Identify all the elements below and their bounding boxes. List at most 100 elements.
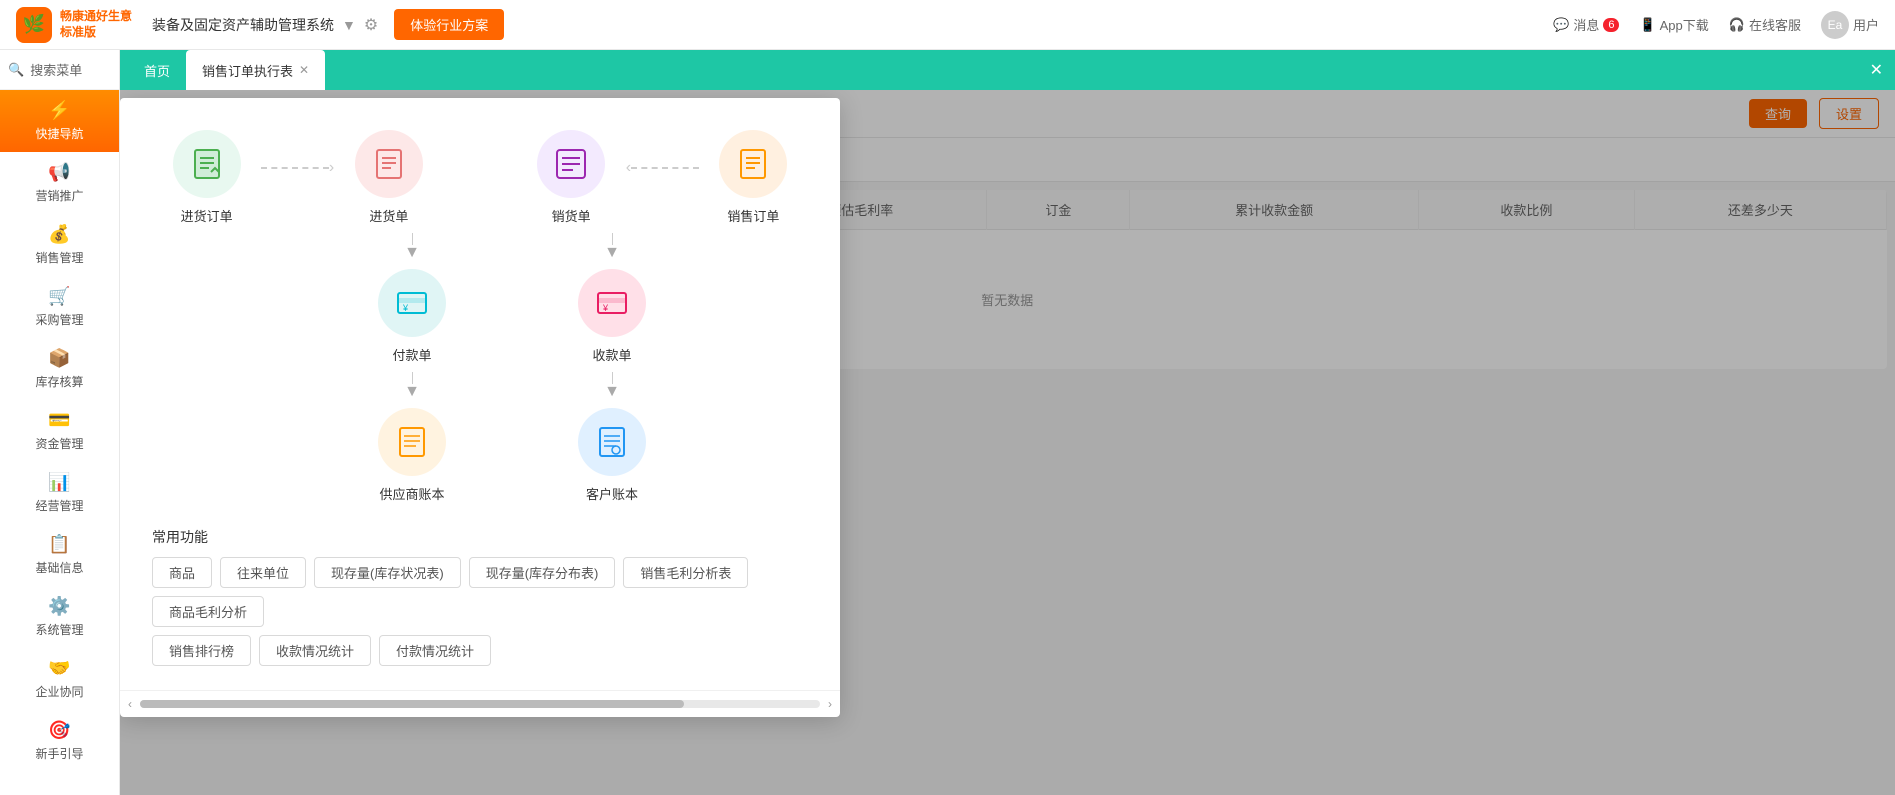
svg-text:¥: ¥ <box>402 303 409 313</box>
down-arrow-payment: ▼ <box>404 384 420 400</box>
message-action[interactable]: 💬 消息 6 <box>1553 15 1619 34</box>
arrow-cell-sales-bill: ▼ <box>552 233 672 261</box>
arrow-cell-payment: ▼ <box>352 372 472 400</box>
sales-order-label: 销售订单 <box>727 206 779 225</box>
receipt-bill-label: 收款单 <box>592 345 631 364</box>
arrow-h-2: ‹ <box>626 159 699 177</box>
message-icon: 💬 <box>1553 17 1569 33</box>
headset-icon: 🎧 <box>1729 17 1745 33</box>
sales-order-circle <box>719 130 787 198</box>
arrow-cell-receipt: ▼ <box>552 372 672 400</box>
operation-icon: 📊 <box>48 472 70 493</box>
sidebar-item-quick-nav[interactable]: ⚡ 快捷导航 <box>0 90 119 152</box>
common-btn-stock-status[interactable]: 现存量(库存状况表) <box>314 557 461 588</box>
app-download-action[interactable]: 📱 App下载 <box>1639 15 1708 34</box>
gear-icon[interactable]: ⚙ <box>364 15 378 35</box>
quick-nav-icon: ⚡ <box>48 100 70 121</box>
tab-sales-order[interactable]: 销售订单执行表 ✕ <box>186 50 325 90</box>
page-area: ❓ 帮助 🖨 按模板打印 ▼ ⬆ 导出 ▼ 🔄 刷新 <box>120 90 1895 795</box>
user-action[interactable]: Ea 用户 <box>1821 11 1879 39</box>
common-functions-section: 常用功能 商品 往来单位 现存量(库存状况表) 现存量(库存分布表) 销售毛利分… <box>152 511 808 674</box>
main-content: 首页 销售订单执行表 ✕ ✕ ❓ 帮助 🖨 按模板打印 ▼ <box>120 50 1895 795</box>
popup-panel: 进货订单 › <box>120 98 840 717</box>
supplier-account-node[interactable]: 供应商账本 <box>352 408 472 503</box>
marketing-icon: 📢 <box>48 162 70 183</box>
common-btn-sales-gross[interactable]: 销售毛利分析表 <box>623 557 748 588</box>
inventory-icon: 📦 <box>48 348 70 369</box>
sales-bill-node[interactable]: 销货单 <box>516 130 625 225</box>
popup-overlay[interactable]: 进货订单 › <box>120 90 1895 795</box>
scroll-track[interactable] <box>140 700 820 708</box>
finance-icon: 💳 <box>48 410 70 431</box>
enterprise-icon: 🤝 <box>48 658 70 679</box>
sidebar-item-marketing[interactable]: 📢 营销推广 <box>0 152 119 214</box>
sidebar-item-purchase[interactable]: 🛒 采购管理 <box>0 276 119 338</box>
dropdown-icon[interactable]: ▼ <box>342 17 356 33</box>
purchase-order-circle <box>173 130 241 198</box>
scroll-left-arrow[interactable]: ‹ <box>128 697 132 711</box>
sales-order-node[interactable]: 销售订单 <box>699 130 808 225</box>
flow-row-3: 供应商账本 <box>152 400 808 511</box>
popup-body: 进货订单 › <box>120 98 840 690</box>
receipt-bill-node[interactable]: ¥ 收款单 <box>552 269 672 364</box>
avatar: Ea <box>1821 11 1849 39</box>
sidebar-item-finance[interactable]: 💳 资金管理 <box>0 400 119 462</box>
main-layout: 🔍 搜索菜单 ⚡ 快捷导航 📢 营销推广 💰 销售管理 🛒 采购管理 📦 库存核… <box>0 50 1895 795</box>
close-all-tabs-button[interactable]: ✕ <box>1866 56 1887 84</box>
purchase-icon: 🛒 <box>48 286 70 307</box>
common-btn-receipt-stats[interactable]: 收款情况统计 <box>259 635 371 666</box>
common-buttons-row1: 商品 往来单位 现存量(库存状况表) 现存量(库存分布表) 销售毛利分析表 商品… <box>152 557 808 627</box>
common-btn-payment-stats[interactable]: 付款情况统计 <box>379 635 491 666</box>
purchase-bill-circle <box>355 130 423 198</box>
common-btn-product-gross[interactable]: 商品毛利分析 <box>152 596 264 627</box>
common-btn-sales-rank[interactable]: 销售排行榜 <box>152 635 251 666</box>
purchase-bill-label: 进货单 <box>369 206 408 225</box>
sales-bill-label: 销货单 <box>552 206 591 225</box>
logo-icon: 🌿 <box>16 7 52 43</box>
common-btn-product[interactable]: 商品 <box>152 557 212 588</box>
supplier-account-circle <box>378 408 446 476</box>
tab-home[interactable]: 首页 <box>128 50 186 90</box>
payment-bill-node[interactable]: ¥ 付款单 <box>352 269 472 364</box>
down-arrow-sales: ▼ <box>604 245 620 261</box>
common-buttons-row2: 销售排行榜 收款情况统计 付款情况统计 <box>152 635 808 666</box>
customer-account-node[interactable]: 客户账本 <box>552 408 672 503</box>
flow-row-1: 进货订单 › <box>152 122 808 233</box>
sales-icon: 💰 <box>48 224 70 245</box>
receipt-bill-circle: ¥ <box>578 269 646 337</box>
system-title-text: 装备及固定资产辅助管理系统 <box>152 15 334 35</box>
sidebar-item-basic[interactable]: 📋 基础信息 <box>0 524 119 586</box>
sidebar-item-inventory[interactable]: 📦 库存核算 <box>0 338 119 400</box>
sidebar-item-system[interactable]: ⚙️ 系统管理 <box>0 586 119 648</box>
logo-text: 畅康通好生意 标准版 <box>60 9 132 40</box>
flow-diagram: 进货订单 › <box>152 122 808 511</box>
customer-account-circle <box>578 408 646 476</box>
common-btn-counterparty[interactable]: 往来单位 <box>220 557 306 588</box>
common-btn-stock-dist[interactable]: 现存量(库存分布表) <box>469 557 616 588</box>
tab-close-icon[interactable]: ✕ <box>299 63 309 77</box>
sidebar-item-operation[interactable]: 📊 经营管理 <box>0 462 119 524</box>
basic-icon: 📋 <box>48 534 70 555</box>
sidebar-item-sales[interactable]: 💰 销售管理 <box>0 214 119 276</box>
guide-icon: 🎯 <box>48 720 70 741</box>
purchase-order-node[interactable]: 进货订单 <box>152 130 261 225</box>
sidebar-search[interactable]: 🔍 搜索菜单 <box>0 50 119 90</box>
payment-bill-circle: ¥ <box>378 269 446 337</box>
arrow-cell-purchase-bill: ▼ <box>352 233 472 261</box>
experience-button[interactable]: 体验行业方案 <box>394 9 504 40</box>
online-service-action[interactable]: 🎧 在线客服 <box>1729 15 1801 34</box>
scroll-right-arrow[interactable]: › <box>828 697 832 711</box>
supplier-account-label: 供应商账本 <box>379 484 444 503</box>
header-actions: 💬 消息 6 📱 App下载 🎧 在线客服 Ea 用户 <box>1553 11 1879 39</box>
sidebar: 🔍 搜索菜单 ⚡ 快捷导航 📢 营销推广 💰 销售管理 🛒 采购管理 📦 库存核… <box>0 50 120 795</box>
system-icon: ⚙️ <box>48 596 70 617</box>
purchase-bill-node[interactable]: 进货单 <box>334 130 443 225</box>
customer-account-label: 客户账本 <box>586 484 638 503</box>
down-arrow-receipt: ▼ <box>604 384 620 400</box>
phone-icon: 📱 <box>1639 17 1655 33</box>
sidebar-item-guide[interactable]: 🎯 新手引导 <box>0 710 119 772</box>
message-badge: 6 <box>1603 18 1619 32</box>
purchase-order-label: 进货订单 <box>181 206 233 225</box>
search-icon: 🔍 <box>8 62 24 78</box>
sidebar-item-enterprise[interactable]: 🤝 企业协同 <box>0 648 119 710</box>
